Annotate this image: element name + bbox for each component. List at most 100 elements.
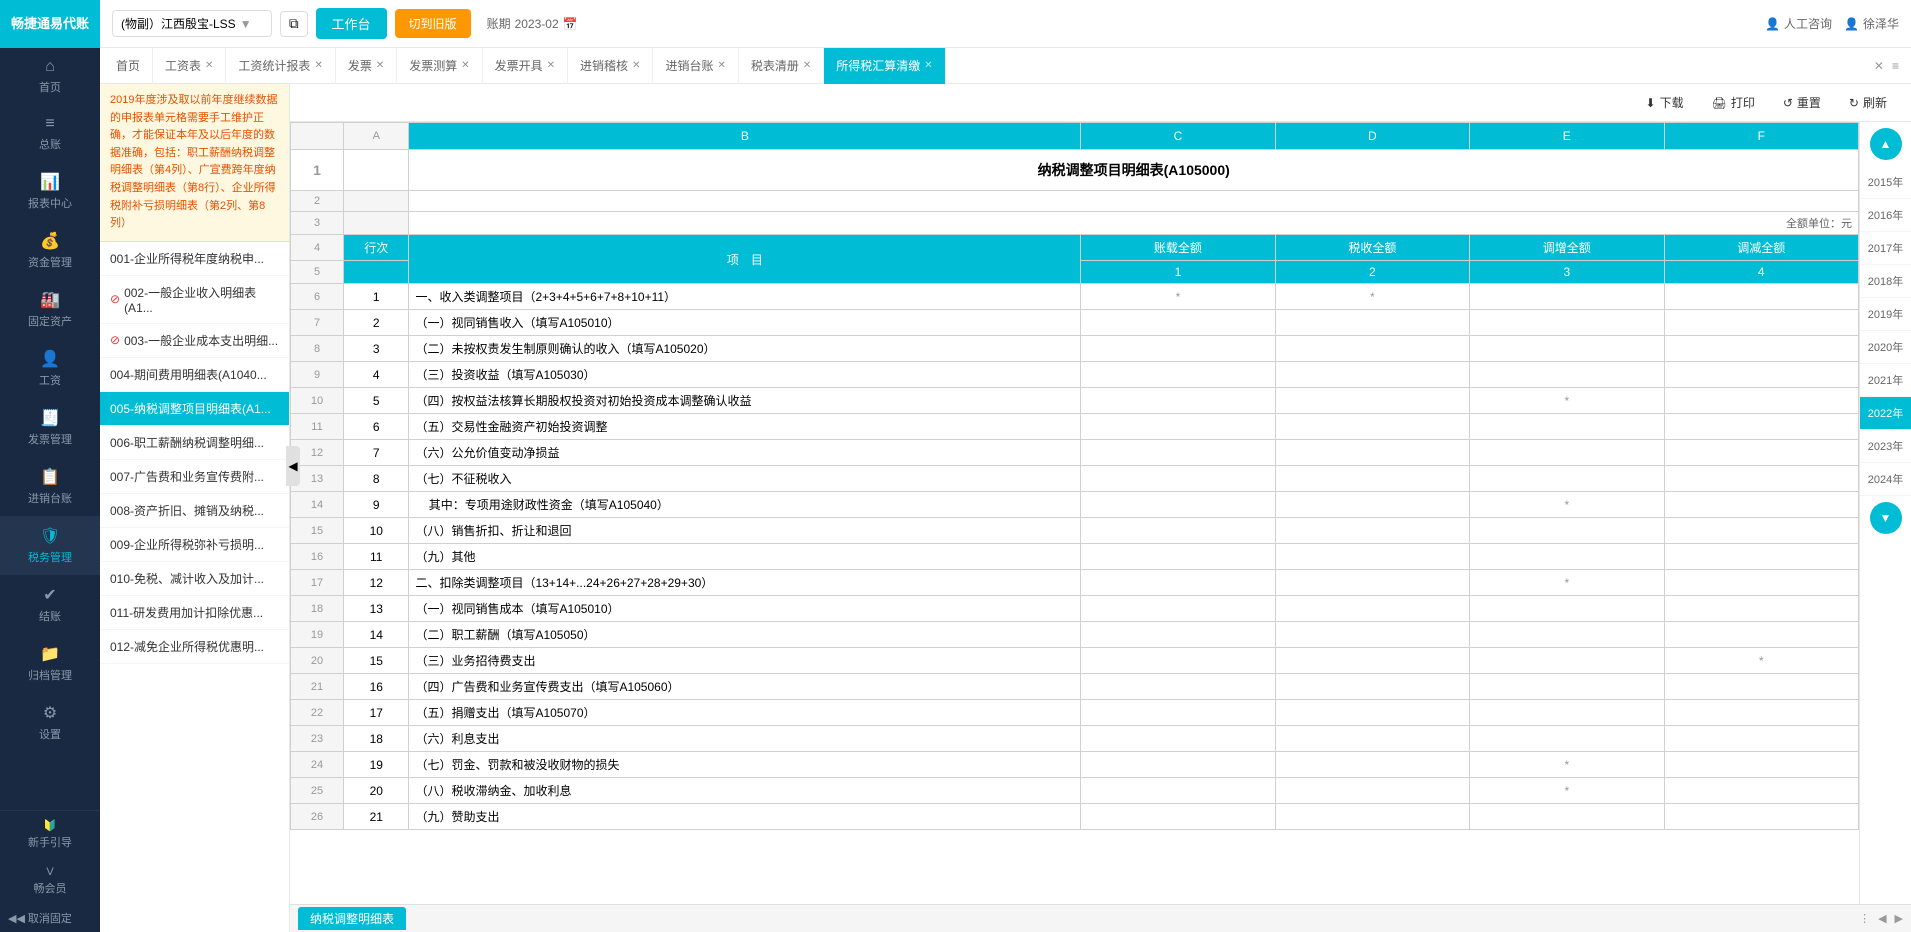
tab-income-tax[interactable]: 所得税汇算清缴 ✕ (824, 48, 945, 84)
menu-item-001[interactable]: 001-企业所得税年度纳税申... (100, 242, 289, 276)
workbench-button[interactable]: 工作台 (316, 8, 387, 39)
menu-item-006[interactable]: 006-职工薪酬纳税调整明细... (100, 426, 289, 460)
year-2022[interactable]: 2022年 (1860, 397, 1911, 430)
tab-salary-report[interactable]: 工资统计报表 ✕ (226, 48, 335, 84)
tab-invoice[interactable]: 发票 ✕ (336, 48, 397, 84)
close-salary-report-tab[interactable]: ✕ (314, 60, 322, 71)
tab-invoice-issue[interactable]: 发票开具 ✕ (483, 48, 568, 84)
year-down-button[interactable]: ▼ (1870, 502, 1902, 534)
download-icon: ⬇ (1646, 96, 1656, 110)
calendar-icon[interactable]: 📅 (563, 17, 578, 31)
close-invoice-calc-tab[interactable]: ✕ (461, 60, 469, 71)
menu-item-009[interactable]: 009-企业所得税弥补亏损明... (100, 528, 289, 562)
table-row: 8 3 （二）未按权责发生制原则确认的收入（填写A105020） (291, 336, 1859, 362)
unfix-button[interactable]: ◀◀ 取消固定 (0, 904, 100, 932)
print-button[interactable]: 🖨 打印 (1704, 90, 1763, 115)
scroll-right-button[interactable]: ▶ (1895, 912, 1903, 925)
menu-item-010[interactable]: 010-免税、减计收入及加计... (100, 562, 289, 596)
menu-item-002[interactable]: ⊘ 002-一般企业收入明细表(A1... (100, 276, 289, 324)
tab-purchase-check[interactable]: 进销稽核 ✕ (568, 48, 653, 84)
service-button[interactable]: 👤 人工咨询 (1765, 15, 1832, 32)
sidebar-item-ledger[interactable]: ≡ 总账 (0, 105, 100, 162)
sidebar-item-invoice-mgmt[interactable]: 🧾 发票管理 (0, 398, 100, 457)
col-increase-header: 调增全额 (1470, 235, 1664, 261)
close-all-tabs-button[interactable]: ✕ (1874, 59, 1884, 73)
scroll-indicator: ⋮ (1859, 912, 1870, 925)
bottom-tab-adjust[interactable]: 纳税调整明细表 (298, 907, 406, 930)
guide-icon: 🔰 (43, 819, 57, 832)
year-2016[interactable]: 2016年 (1860, 199, 1911, 232)
table-row: 2 (291, 191, 1859, 212)
menu-item-003[interactable]: ⊘ 003-一般企业成本支出明细... (100, 324, 289, 358)
close-purchase-ledger-tab[interactable]: ✕ (717, 60, 725, 71)
sidebar-item-fixed-asset[interactable]: 🏭 固定资产 (0, 280, 100, 339)
sidebar-item-tax-mgmt[interactable]: 🛡 税务管理 (0, 516, 100, 575)
sidebar-item-asset-mgmt[interactable]: 💰 资金管理 (0, 221, 100, 280)
tab-purchase-ledger[interactable]: 进销台账 ✕ (653, 48, 738, 84)
menu-item-012[interactable]: 012-减免企业所得税优惠明... (100, 630, 289, 664)
year-2024[interactable]: 2024年 (1860, 463, 1911, 496)
menu-item-008[interactable]: 008-资产折旧、摊销及纳税... (100, 494, 289, 528)
sidebar-item-home[interactable]: ⌂ 首页 (0, 48, 100, 105)
table-row: 9 4 （三）投资收益（填写A105030） (291, 362, 1859, 388)
old-version-button[interactable]: 切到旧版 (395, 9, 471, 38)
sidebar-item-guide[interactable]: 🔰 新手引导 (0, 811, 100, 858)
year-2021[interactable]: 2021年 (1860, 364, 1911, 397)
sidebar-bottom: 🔰 新手引导 V 畅会员 ◀◀ 取消固定 (0, 810, 100, 932)
scroll-left-button[interactable]: ◀ (1878, 912, 1886, 925)
tab-invoice-calc[interactable]: 发票测算 ✕ (397, 48, 482, 84)
topbar: (物副）江西殷宝-LSS ▼ ⧉ 工作台 切到旧版 账期 2023-02 📅 👤… (100, 0, 1911, 48)
col-item-header: 项 目 (409, 235, 1081, 284)
year-2023[interactable]: 2023年 (1860, 430, 1911, 463)
tab-home[interactable]: 首页 (104, 48, 153, 84)
sidebar-item-purchase-sales[interactable]: 📋 进销台账 (0, 457, 100, 516)
col-b-header: B (409, 123, 1081, 150)
menu-item-005[interactable]: 005-纳税调整项目明细表(A1... (100, 392, 289, 426)
notice-area: 2019年度涉及取以前年度继续数据的申报表单元格需要手工维护正确，才能保证本年及… (100, 84, 289, 242)
tab-salary[interactable]: 工资表 ✕ (153, 48, 226, 84)
col-c-header: C (1081, 123, 1275, 150)
user-profile[interactable]: 👤 徐泽华 (1844, 15, 1899, 32)
close-income-tax-tab[interactable]: ✕ (924, 60, 932, 71)
sidebar-item-vip[interactable]: V 畅会员 (0, 858, 100, 904)
sidebar-item-salary[interactable]: 👤 工资 (0, 339, 100, 398)
bottom-bar: 纳税调整明细表 ⋮ ◀ ▶ (290, 904, 1911, 932)
spreadsheet: A B C D E F 1 (290, 122, 1859, 830)
close-invoice-issue-tab[interactable]: ✕ (547, 60, 555, 71)
period-label: 账期 2023-02 📅 (487, 15, 578, 32)
sidebar-item-settings[interactable]: ⚙ 设置 (0, 693, 100, 752)
reset-button[interactable]: ↺ 重置 (1775, 90, 1829, 115)
copy-button[interactable]: ⧉ (280, 11, 308, 37)
spreadsheet-wrapper[interactable]: A B C D E F 1 (290, 122, 1859, 904)
panel-collapse-button[interactable]: ◀ (290, 446, 300, 486)
close-tax-clear-tab[interactable]: ✕ (803, 60, 811, 71)
sidebar-item-closing[interactable]: ✔ 结账 (0, 575, 100, 634)
company-selector[interactable]: (物副）江西殷宝-LSS ▼ (112, 10, 272, 37)
ledger-icon: ≡ (45, 115, 54, 133)
unfix-icon: ◀◀ (8, 912, 25, 925)
menu-item-004[interactable]: 004-期间费用明细表(A1040... (100, 358, 289, 392)
year-2017[interactable]: 2017年 (1860, 232, 1911, 265)
refresh-button[interactable]: ↻ 刷新 (1841, 90, 1895, 115)
year-2020[interactable]: 2020年 (1860, 331, 1911, 364)
menu-item-007[interactable]: 007-广告费和业务宣传费附... (100, 460, 289, 494)
col-e-header: E (1470, 123, 1664, 150)
sidebar-item-report[interactable]: 📊 报表中心 (0, 162, 100, 221)
company-dropdown-arrow: ▼ (240, 17, 252, 31)
year-2018[interactable]: 2018年 (1860, 265, 1911, 298)
year-2019[interactable]: 2019年 (1860, 298, 1911, 331)
close-invoice-tab[interactable]: ✕ (376, 60, 384, 71)
more-tabs-button[interactable]: ≡ (1892, 59, 1899, 73)
sidebar: 畅捷通易代账 ⌂ 首页 ≡ 总账 📊 报表中心 💰 资金管理 🏭 固定资产 👤 … (0, 0, 100, 932)
year-up-button[interactable]: ▲ (1870, 128, 1902, 160)
menu-item-011[interactable]: 011-研发费用加计扣除优惠... (100, 596, 289, 630)
close-salary-tab[interactable]: ✕ (205, 60, 213, 71)
table-row: 20 15 （三）业务招待费支出 * (291, 648, 1859, 674)
tab-tax-clear[interactable]: 税表清册 ✕ (739, 48, 824, 84)
download-button[interactable]: ⬇ 下载 (1638, 90, 1692, 115)
sidebar-item-archive[interactable]: 📁 归档管理 (0, 634, 100, 693)
nav-tabs: 首页 工资表 ✕ 工资统计报表 ✕ 发票 ✕ 发票测算 ✕ 发票开具 ✕ 进销稽… (100, 48, 1911, 84)
year-2015[interactable]: 2015年 (1860, 166, 1911, 199)
close-purchase-check-tab[interactable]: ✕ (632, 60, 640, 71)
table-row: 14 9 其中：专项用途财政性资金（填写A105040） * (291, 492, 1859, 518)
